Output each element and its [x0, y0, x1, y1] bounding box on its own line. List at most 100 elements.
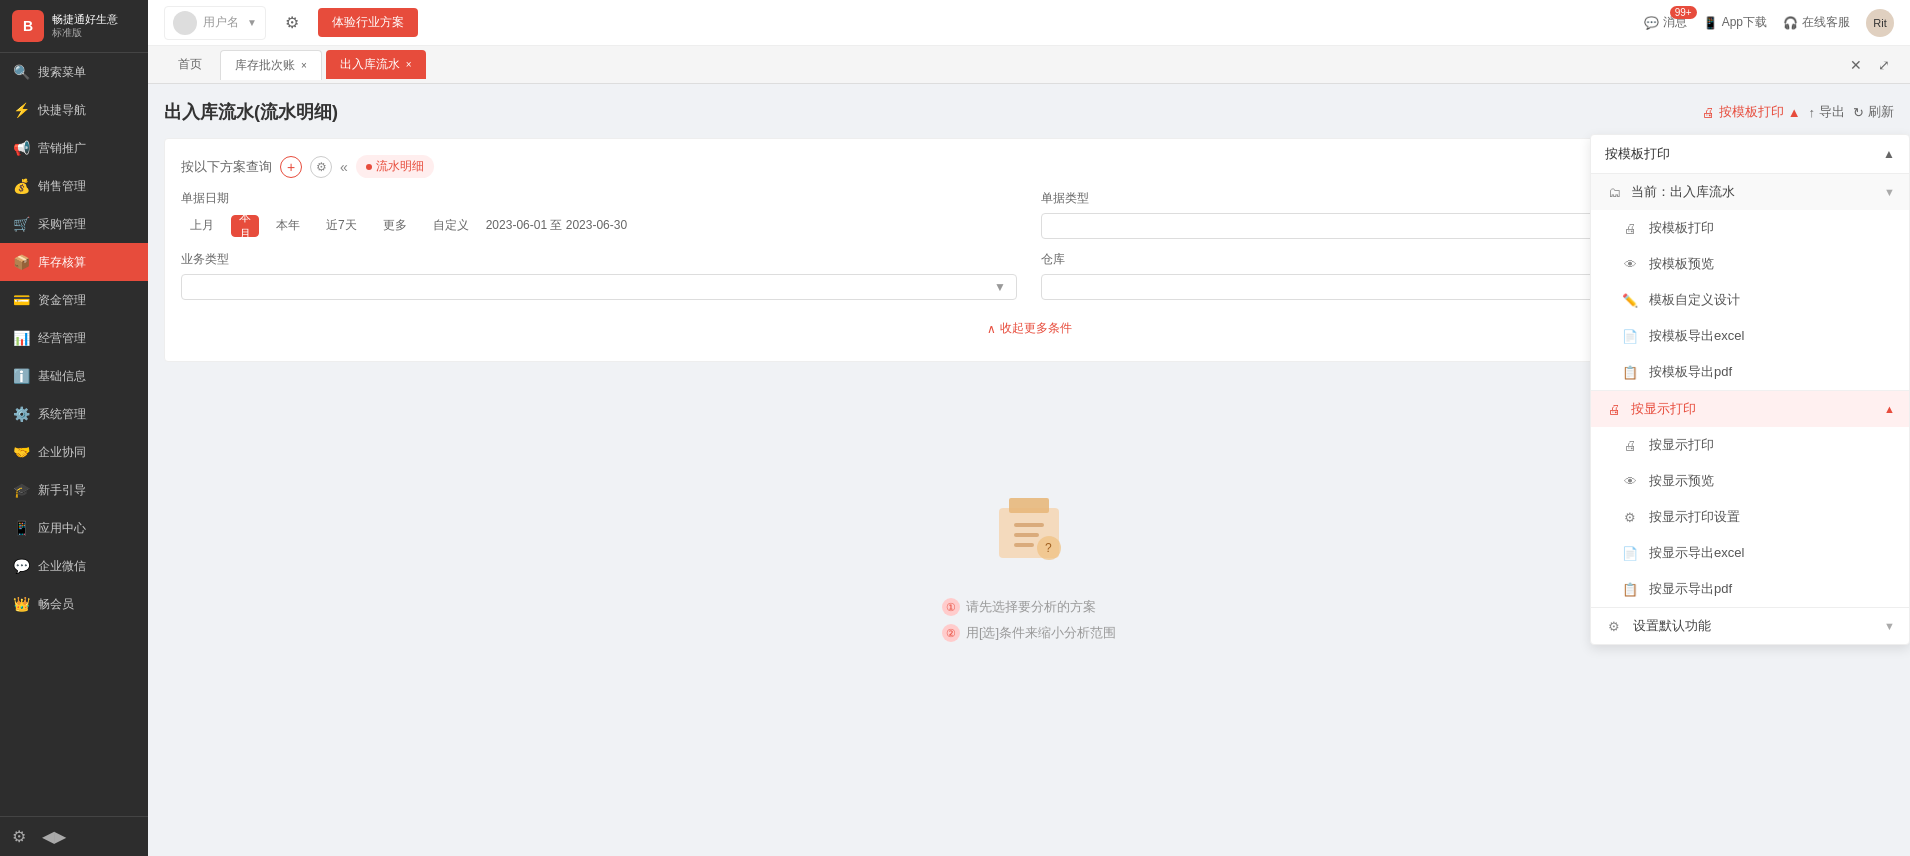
- sidebar-search[interactable]: 🔍 搜索菜单: [0, 53, 148, 91]
- service-btn[interactable]: 🎧 在线客服: [1783, 14, 1850, 31]
- industry-btn[interactable]: 体验行业方案: [318, 8, 418, 37]
- sidebar-item-label: 资金管理: [38, 292, 86, 309]
- filter-collapse-btn[interactable]: «: [340, 159, 348, 175]
- dropdown-display-header[interactable]: 🖨 按显示打印 ▲: [1591, 391, 1909, 427]
- dropdown-display-print[interactable]: 🖨 按显示打印: [1591, 427, 1909, 463]
- step-1-icon: ①: [942, 598, 960, 616]
- finance-icon: 💳: [12, 291, 30, 309]
- display-excel-icon: 📄: [1621, 544, 1639, 562]
- export-btn[interactable]: ↑ 导出: [1809, 103, 1846, 121]
- tab-flow-detail-close[interactable]: ×: [406, 59, 412, 70]
- sidebar-item-system[interactable]: ⚙️ 系统管理: [0, 395, 148, 433]
- tab-batch-account-close[interactable]: ×: [301, 60, 307, 71]
- tab-batch-account[interactable]: 库存批次账 ×: [220, 50, 322, 80]
- dropdown-title: 按模板打印: [1605, 145, 1670, 163]
- refresh-icon: ↻: [1853, 105, 1864, 120]
- dropdown-template-export-excel[interactable]: 📄 按模板导出excel: [1591, 318, 1909, 354]
- refresh-btn[interactable]: ↻ 刷新: [1853, 103, 1894, 121]
- filter-settings-btn[interactable]: ⚙: [310, 156, 332, 178]
- sidebar-logo: B 畅捷通好生意 标准版: [0, 0, 148, 53]
- date-btn-more[interactable]: 更多: [374, 213, 416, 238]
- dropdown-template-custom[interactable]: ✏️ 模板自定义设计: [1591, 282, 1909, 318]
- settings-icon[interactable]: ⚙: [278, 9, 306, 37]
- filter-add-btn[interactable]: +: [280, 156, 302, 178]
- display-section-label: 按显示打印: [1631, 400, 1696, 418]
- tab-flow-detail-label: 出入库流水: [340, 56, 400, 73]
- export-icon: ↑: [1809, 105, 1816, 120]
- dropdown-display-pdf[interactable]: 📋 按显示导出pdf: [1591, 571, 1909, 607]
- account-name: Rit: [1873, 17, 1886, 29]
- sidebar-settings-icon[interactable]: ⚙: [12, 827, 26, 846]
- main-area: 用户名 ▼ ⚙ 体验行业方案 💬 消息 99+ 📱 App下载 🎧 在线客服 R…: [148, 0, 1910, 856]
- date-range: 2023-06-01 至 2023-06-30: [486, 217, 627, 234]
- date-btn-this-year[interactable]: 本年: [267, 213, 309, 238]
- sales-icon: 💰: [12, 177, 30, 195]
- set-default-icon: ⚙: [1605, 617, 1623, 635]
- tab-close-btn[interactable]: ✕: [1846, 53, 1866, 77]
- sidebar-item-label: 畅会员: [38, 596, 74, 613]
- date-btn-this-month[interactable]: 本月: [231, 215, 259, 237]
- dropdown-display-preview[interactable]: 👁 按显示预览: [1591, 463, 1909, 499]
- hint-2-text: 用[选]条件来缩小分析范围: [966, 620, 1116, 646]
- sidebar-item-label: 新手引导: [38, 482, 86, 499]
- sidebar-item-base[interactable]: ℹ️ 基础信息: [0, 357, 148, 395]
- printer-icon: 🖨: [1702, 105, 1715, 120]
- sidebar-item-marketing[interactable]: 📢 营销推广: [0, 129, 148, 167]
- dropdown-set-default[interactable]: ⚙ 设置默认功能 ▼: [1591, 607, 1909, 644]
- dropdown-template-preview[interactable]: 👁 按模板预览: [1591, 246, 1909, 282]
- business-type-select[interactable]: ▼: [181, 274, 1017, 300]
- dropdown-close-arrow[interactable]: ▲: [1883, 147, 1895, 161]
- svg-rect-1: [1009, 498, 1049, 513]
- filter-label: 按以下方案查询: [181, 158, 272, 176]
- app-download-btn[interactable]: 📱 App下载: [1703, 14, 1767, 31]
- app-center-icon: 📱: [12, 519, 30, 537]
- chevron-down-icon: ▼: [247, 17, 257, 28]
- tab-batch-account-label: 库存批次账: [235, 57, 295, 74]
- quick-nav-icon: ⚡: [12, 101, 30, 119]
- collapse-text: 收起更多条件: [1000, 320, 1072, 337]
- tab-home-label: 首页: [178, 56, 202, 73]
- sidebar-item-app-center[interactable]: 📱 应用中心: [0, 509, 148, 547]
- tab-home[interactable]: 首页: [164, 50, 216, 79]
- app-logo-icon: B: [12, 10, 44, 42]
- sidebar-item-inventory[interactable]: 📦 库存核算: [0, 243, 148, 281]
- date-btn-custom[interactable]: 自定义: [424, 213, 478, 238]
- account-avatar[interactable]: Rit: [1866, 9, 1894, 37]
- tab-maximize-btn[interactable]: ⤢: [1874, 53, 1894, 77]
- app-brand: 畅捷通好生意 标准版: [52, 12, 118, 40]
- sidebar-item-purchase[interactable]: 🛒 采购管理: [0, 205, 148, 243]
- sidebar-nav: 🔍 搜索菜单 ⚡ 快捷导航 📢 营销推广 💰 销售管理 🛒 采购管理 📦 库存核…: [0, 53, 148, 816]
- dropdown-template-export-pdf[interactable]: 📋 按模板导出pdf: [1591, 354, 1909, 390]
- sidebar-item-sales[interactable]: 💰 销售管理: [0, 167, 148, 205]
- sidebar-search-label: 搜索菜单: [38, 64, 86, 81]
- user-selector[interactable]: 用户名 ▼: [164, 6, 266, 40]
- dropdown-display-settings[interactable]: ⚙ 按显示打印设置: [1591, 499, 1909, 535]
- topbar: 用户名 ▼ ⚙ 体验行业方案 💬 消息 99+ 📱 App下载 🎧 在线客服 R…: [148, 0, 1910, 46]
- tag-label: 流水明细: [376, 158, 424, 175]
- sidebar-item-collab[interactable]: 🤝 企业协同: [0, 433, 148, 471]
- dropdown-current-item[interactable]: 🗂 当前：出入库流水 ▼: [1591, 174, 1909, 210]
- refresh-label: 刷新: [1868, 103, 1894, 121]
- sidebar-item-wechat[interactable]: 💬 企业微信: [0, 547, 148, 585]
- sidebar-item-guide[interactable]: 🎓 新手引导: [0, 471, 148, 509]
- dropdown-display-excel[interactable]: 📄 按显示导出excel: [1591, 535, 1909, 571]
- dropdown-template-print[interactable]: 🖨 按模板打印: [1591, 210, 1909, 246]
- tab-flow-detail[interactable]: 出入库流水 ×: [326, 50, 426, 79]
- template-custom-label: 模板自定义设计: [1649, 291, 1740, 309]
- date-btn-last-7-days[interactable]: 近7天: [317, 213, 366, 238]
- date-btn-last-month[interactable]: 上月: [181, 213, 223, 238]
- template-print-item-label: 按模板打印: [1649, 219, 1714, 237]
- step-2-icon: ②: [942, 624, 960, 642]
- sidebar-item-member[interactable]: 👑 畅会员: [0, 585, 148, 623]
- template-preview-icon: 👁: [1621, 255, 1639, 273]
- sidebar-item-quick-nav[interactable]: ⚡ 快捷导航: [0, 91, 148, 129]
- template-excel-icon: 📄: [1621, 327, 1639, 345]
- template-pdf-icon: 📋: [1621, 363, 1639, 381]
- sidebar-item-operation[interactable]: 📊 经营管理: [0, 319, 148, 357]
- sidebar-collapse-icon[interactable]: ◀▶: [42, 827, 66, 846]
- empty-hints: ① 请先选择要分析的方案 ② 用[选]条件来缩小分析范围: [942, 594, 1116, 646]
- template-print-btn[interactable]: 🖨 按模板打印 ▲: [1702, 103, 1801, 121]
- svg-rect-4: [1014, 543, 1034, 547]
- sidebar-item-finance[interactable]: 💳 资金管理: [0, 281, 148, 319]
- message-btn[interactable]: 💬 消息 99+: [1644, 14, 1687, 31]
